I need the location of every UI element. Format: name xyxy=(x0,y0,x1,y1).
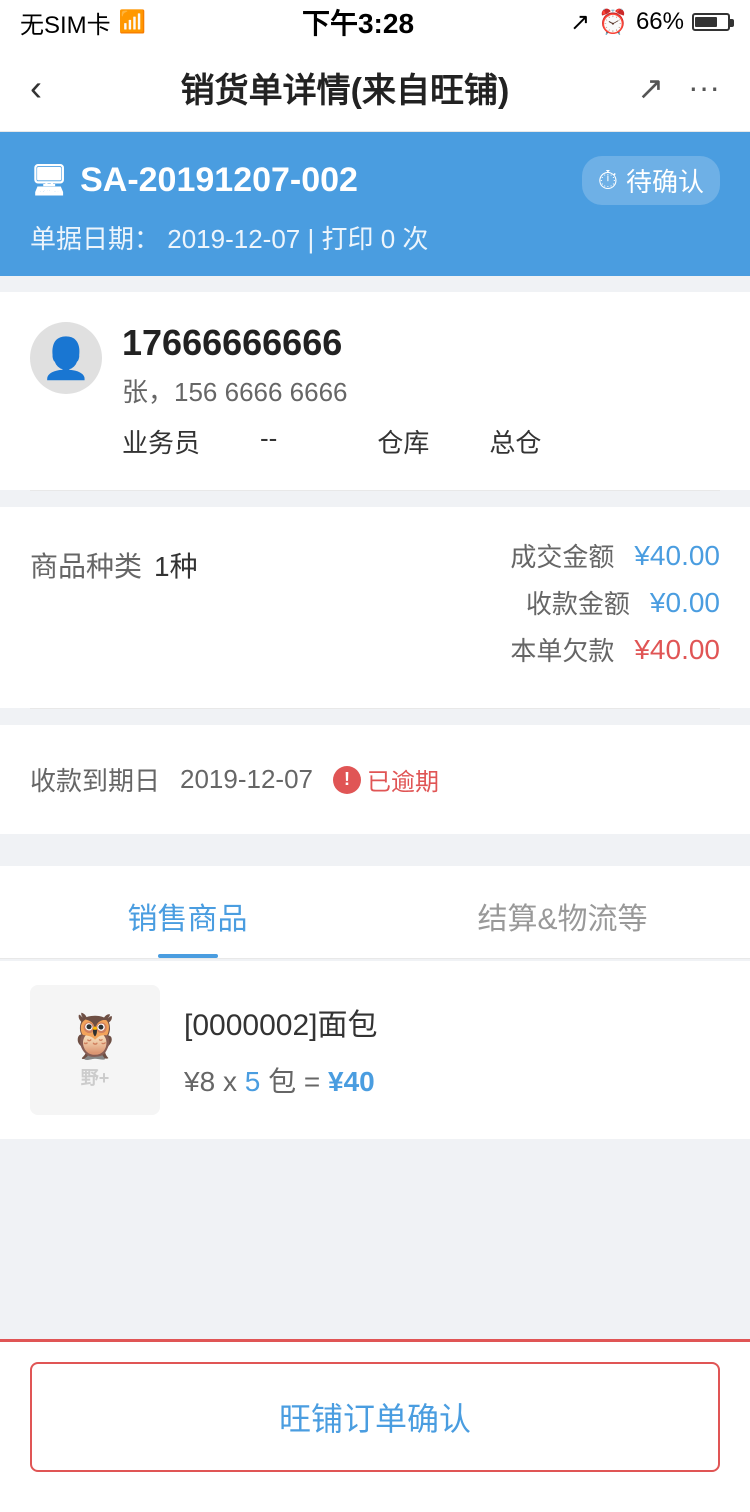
order-status-badge: ⏱ 待确认 xyxy=(582,156,720,205)
equals-sign: = xyxy=(304,1066,328,1097)
more-icon[interactable]: ··· xyxy=(688,69,720,106)
product-item: 🦉 野+ [0000002]面包 ¥8 x 5 包 = ¥40 xyxy=(30,985,720,1115)
status-text: 待确认 xyxy=(626,162,704,199)
warehouse-value: 总仓 xyxy=(489,423,541,460)
product-thumb-content: 🦉 野+ xyxy=(68,1010,123,1090)
amount-value: ¥40.00 xyxy=(634,540,720,572)
divider-1 xyxy=(30,490,720,491)
overdue-icon-text: ! xyxy=(344,769,350,790)
customer-meta: 业务员 -- 仓库 总仓 xyxy=(122,423,720,460)
share-icon[interactable]: ↗ xyxy=(637,69,664,107)
confirm-order-button[interactable]: 旺铺订单确认 xyxy=(30,1362,720,1472)
customer-name: 张，156 6666 6666 xyxy=(122,372,720,409)
order-date-value: 2019-12-07 xyxy=(167,224,300,254)
battery-percent: 66% xyxy=(636,8,684,36)
customer-phone: 17666666666 xyxy=(122,322,720,364)
battery-bar xyxy=(692,13,730,31)
multiply-sign: x xyxy=(223,1066,245,1097)
product-qty: 5 xyxy=(245,1066,261,1097)
due-date-section: 收款到期日 2019-12-07 ! 已逾期 xyxy=(30,745,720,814)
customer-info: 17666666666 张，156 6666 6666 业务员 -- 仓库 总仓 xyxy=(122,322,720,460)
status-right: ↗ ⏰ 66% xyxy=(570,8,730,37)
print-label: | 打印 xyxy=(307,224,380,254)
date-label: 单据日期： xyxy=(30,224,160,254)
page-title: 销货单详情(来自旺铺) xyxy=(90,63,600,112)
order-id-text: SA-20191207-002 xyxy=(80,161,358,200)
owed-value: ¥40.00 xyxy=(634,634,720,666)
order-icon: 🖥 xyxy=(30,163,68,198)
divider-2 xyxy=(30,708,720,709)
product-price: ¥8 x 5 包 = ¥40 xyxy=(184,1060,720,1100)
amounts-section: 成交金额 ¥40.00 收款金额 ¥0.00 本单欠款 ¥40.00 xyxy=(510,537,720,678)
owed-label: 本单欠款 xyxy=(510,631,614,668)
owed-row: 本单欠款 ¥40.00 xyxy=(510,631,720,668)
tab-settlement[interactable]: 结算&物流等 xyxy=(375,866,750,958)
customer-card: 👤 17666666666 张，156 6666 6666 业务员 -- 仓库 … xyxy=(0,292,750,490)
order-header: 🖥 SA-20191207-002 ⏱ 待确认 单据日期： 2019-12-07… xyxy=(0,132,750,276)
bottom-action-bar: 旺铺订单确认 xyxy=(0,1339,750,1512)
carrier-label: 无SIM卡 xyxy=(20,5,111,40)
product-thumbnail: 🦉 野+ xyxy=(30,985,160,1115)
tab-sales-label: 销售商品 xyxy=(128,903,248,936)
print-count: 0 xyxy=(381,224,395,254)
owl-icon: 🦉 xyxy=(68,1010,123,1062)
due-date-value: 2019-12-07 xyxy=(180,764,313,795)
empty-area xyxy=(0,1139,750,1339)
warehouse-label: 仓库 xyxy=(377,423,429,460)
nav-actions: ↗ ··· xyxy=(600,69,720,107)
order-date-line: 单据日期： 2019-12-07 | 打印 0 次 xyxy=(30,219,720,256)
overdue-text: 已逾期 xyxy=(367,762,439,797)
wifi-icon: 📶 xyxy=(119,9,146,35)
salesperson-value: -- xyxy=(260,423,277,460)
status-left: 无SIM卡 📶 xyxy=(20,5,146,40)
status-icon: ⏱ xyxy=(598,165,618,197)
alarm-icon: ⏰ xyxy=(598,8,628,37)
status-bar: 无SIM卡 📶 下午3:28 ↗ ⏰ 66% xyxy=(0,0,750,44)
product-type-label: 商品种类 xyxy=(30,545,142,585)
tabs-bar: 销售商品 结算&物流等 xyxy=(0,866,750,959)
salesperson-label: 业务员 xyxy=(122,423,200,460)
amount-row: 成交金额 ¥40.00 xyxy=(510,537,720,574)
received-row: 收款金额 ¥0.00 xyxy=(510,584,720,621)
due-date-label: 收款到期日 xyxy=(30,761,160,798)
status-time: 下午3:28 xyxy=(302,2,414,42)
received-label: 收款金额 xyxy=(526,584,630,621)
overdue-badge: ! 已逾期 xyxy=(333,762,439,797)
print-suffix: 次 xyxy=(402,224,428,254)
order-summary-card: 商品种类 1种 成交金额 ¥40.00 收款金额 ¥0.00 本单欠款 ¥40.… xyxy=(0,507,750,708)
tab-sales-products[interactable]: 销售商品 xyxy=(0,866,375,958)
order-id: 🖥 SA-20191207-002 xyxy=(30,161,358,200)
back-button[interactable]: ‹ xyxy=(30,67,90,109)
received-value: ¥0.00 xyxy=(650,587,720,619)
tab-settlement-label: 结算&物流等 xyxy=(477,903,647,936)
avatar: 👤 xyxy=(30,322,102,394)
qty-unit: 包 xyxy=(268,1066,296,1097)
product-details: [0000002]面包 ¥8 x 5 包 = ¥40 xyxy=(184,1000,720,1100)
product-type-value: 1种 xyxy=(154,545,198,585)
due-date-card: 收款到期日 2019-12-07 ! 已逾期 xyxy=(0,725,750,834)
product-card: 🦉 野+ [0000002]面包 ¥8 x 5 包 = ¥40 xyxy=(0,961,750,1139)
product-total: ¥40 xyxy=(328,1066,375,1097)
section-divider-1 xyxy=(0,834,750,850)
amount-label: 成交金额 xyxy=(510,537,614,574)
product-name: [0000002]面包 xyxy=(184,1000,720,1044)
location-icon: ↗ xyxy=(570,8,590,37)
avatar-icon: 👤 xyxy=(41,335,91,382)
overdue-icon: ! xyxy=(333,766,361,794)
product-thumb-label: 野+ xyxy=(81,1064,110,1090)
product-type-section: 商品种类 1种 xyxy=(30,537,198,585)
nav-bar: ‹ 销货单详情(来自旺铺) ↗ ··· xyxy=(0,44,750,132)
price-unit: ¥8 xyxy=(184,1066,215,1097)
